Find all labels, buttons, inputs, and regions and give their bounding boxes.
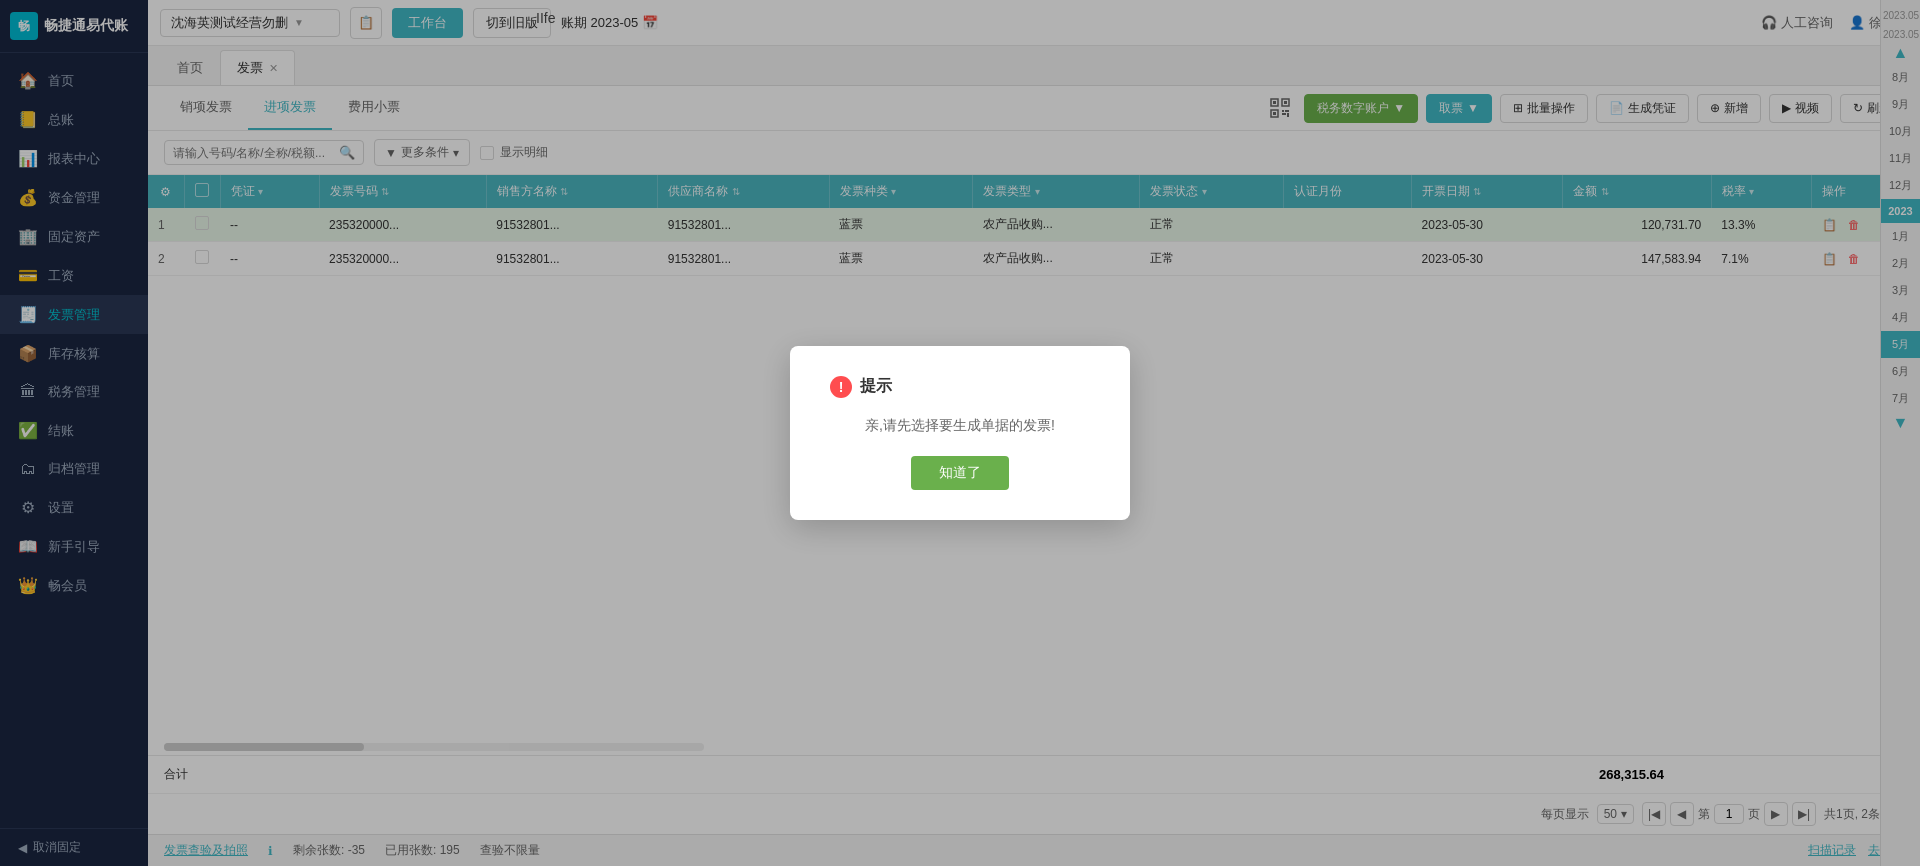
dialog-confirm-button[interactable]: 知道了 [911, 456, 1009, 490]
dialog-header: ! 提示 [830, 376, 892, 398]
alert-dialog: ! 提示 亲,请先选择要生成单据的发票! 知道了 [790, 346, 1130, 520]
warning-icon: ! [830, 376, 852, 398]
dialog-title: 提示 [860, 376, 892, 397]
iife-badge: IIfe [536, 10, 555, 26]
modal-overlay: ! 提示 亲,请先选择要生成单据的发票! 知道了 [0, 0, 1920, 866]
dialog-message: 亲,请先选择要生成单据的发票! [865, 414, 1055, 436]
